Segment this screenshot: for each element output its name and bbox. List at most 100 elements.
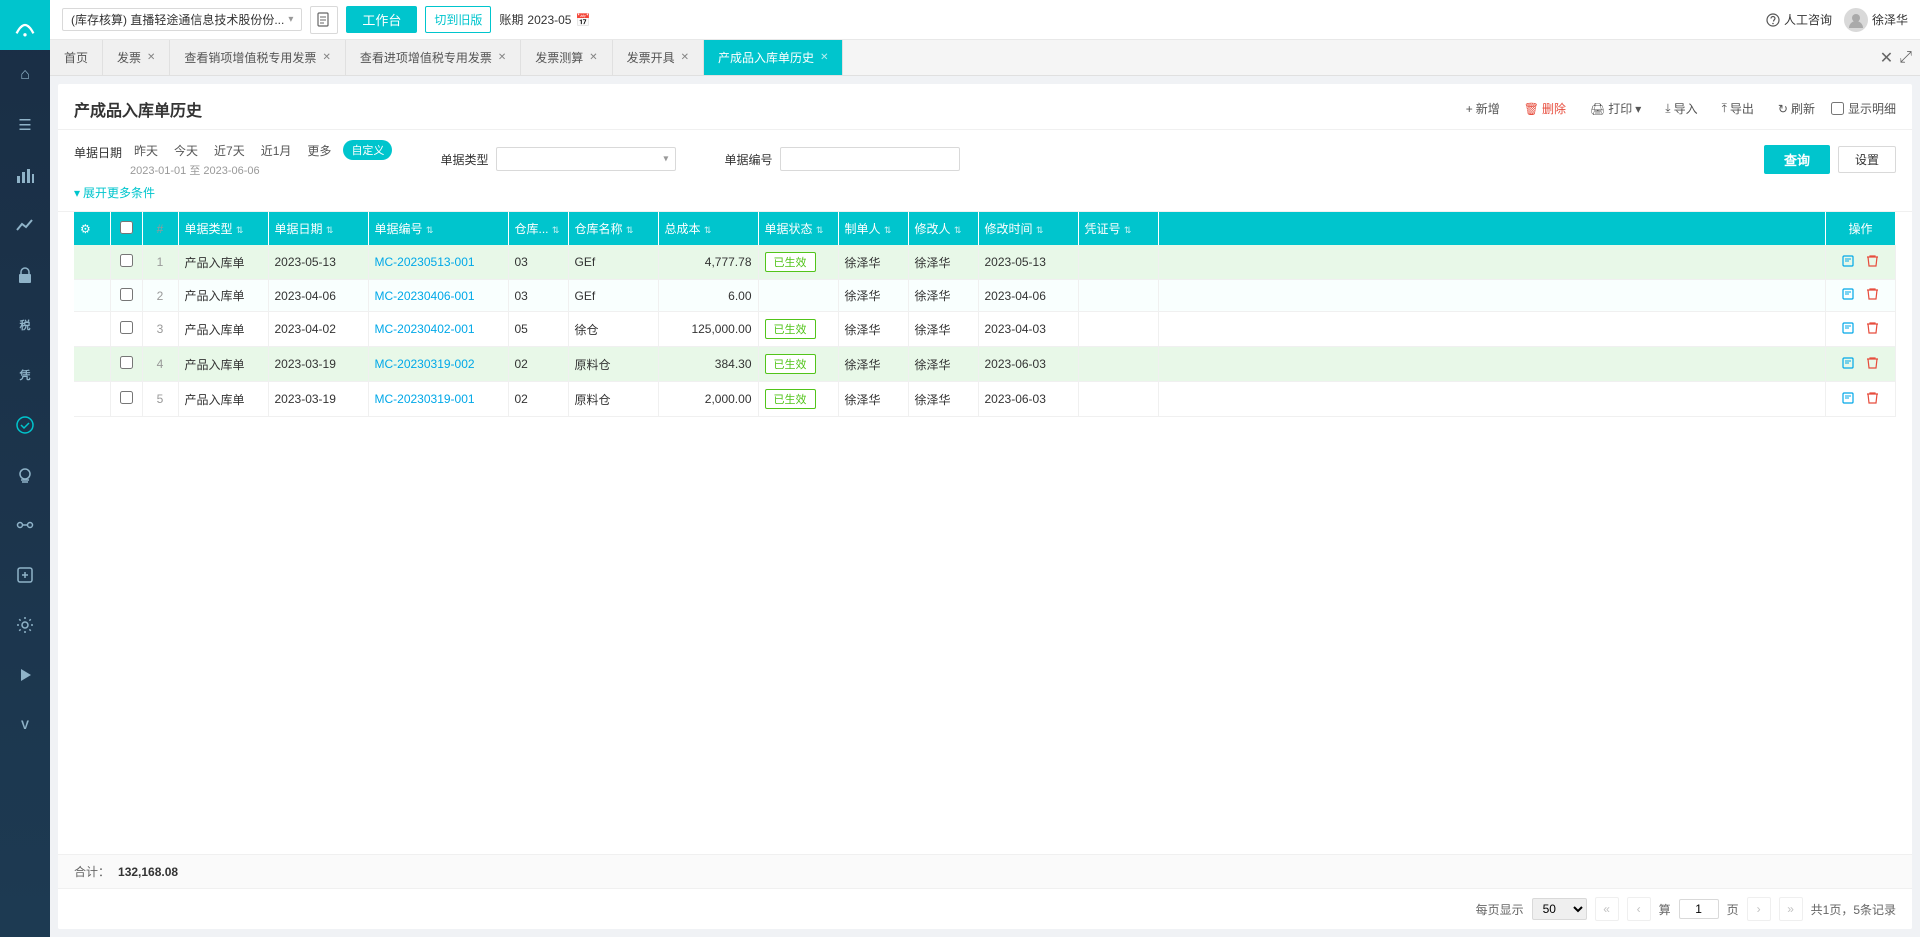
row-delete-icon[interactable] — [1863, 357, 1882, 373]
doc-type-select[interactable]: 产品入库单 — [496, 147, 676, 171]
th-warehouse-code[interactable]: 仓库... ⇅ — [508, 212, 568, 245]
row-checkbox[interactable] — [120, 254, 133, 267]
date-btn-more[interactable]: 更多 — [303, 142, 335, 159]
row-view-icon[interactable] — [1839, 357, 1863, 373]
row-code-link[interactable]: MC-20230513-001 — [375, 255, 475, 269]
tab-invoice-issue-close[interactable]: ✕ — [681, 52, 689, 63]
row-code-link[interactable]: MC-20230319-001 — [375, 392, 475, 406]
row-delete-icon[interactable] — [1863, 322, 1882, 338]
new-button[interactable]: + 新增 — [1458, 96, 1508, 121]
sidebar-item-tax[interactable]: 税 — [0, 300, 50, 350]
sidebar-item-version[interactable]: V — [0, 700, 50, 750]
row-check[interactable] — [110, 280, 142, 312]
tab-home[interactable]: 首页 — [50, 40, 103, 75]
sidebar-item-analytics[interactable] — [0, 200, 50, 250]
sidebar-item-asset[interactable] — [0, 550, 50, 600]
tab-sales-vat-close[interactable]: ✕ — [322, 52, 330, 63]
row-delete-icon[interactable] — [1863, 288, 1882, 304]
delete-button[interactable]: 🗑 删除 — [1516, 96, 1574, 121]
first-page-button[interactable]: « — [1595, 897, 1619, 921]
tab-invoice-calc-close[interactable]: ✕ — [589, 52, 597, 63]
date-btn-today[interactable]: 今天 — [170, 142, 202, 159]
query-button[interactable]: 查询 — [1764, 145, 1830, 174]
tab-product-in-history[interactable]: 产成品入库单历史 ✕ — [704, 40, 843, 75]
row-delete-icon[interactable] — [1863, 255, 1882, 271]
user-info[interactable]: 徐泽华 — [1844, 8, 1908, 32]
sidebar-item-lock[interactable] — [0, 250, 50, 300]
tab-invoice-issue[interactable]: 发票开具 ✕ — [613, 40, 704, 75]
tab-close-all-icon[interactable]: ✕ — [1880, 48, 1893, 68]
th-date[interactable]: 单据日期 ⇅ — [268, 212, 368, 245]
sidebar-item-account[interactable] — [0, 400, 50, 450]
show-detail-input[interactable] — [1831, 102, 1844, 115]
row-check[interactable] — [110, 245, 142, 280]
th-status[interactable]: 单据状态 ⇅ — [758, 212, 838, 245]
tab-maximize-icon[interactable]: ⤢ — [1899, 49, 1912, 67]
set-button[interactable]: 设置 — [1838, 146, 1896, 173]
tab-invoice-close[interactable]: ✕ — [147, 52, 155, 63]
sidebar-item-chart[interactable] — [0, 150, 50, 200]
th-type[interactable]: 单据类型 ⇅ — [178, 212, 268, 245]
th-modify-time[interactable]: 修改时间 ⇅ — [978, 212, 1078, 245]
th-voucher[interactable]: 凭证号 ⇅ — [1078, 212, 1158, 245]
select-all-checkbox[interactable] — [120, 221, 133, 234]
th-creator[interactable]: 制单人 ⇅ — [838, 212, 908, 245]
row-view-icon[interactable] — [1839, 322, 1863, 338]
sidebar-item-process[interactable] — [0, 500, 50, 550]
date-btn-1month[interactable]: 近1月 — [257, 142, 296, 159]
tab-sales-vat[interactable]: 查看销项增值税专用发票 ✕ — [170, 40, 345, 75]
row-delete-icon[interactable] — [1863, 392, 1882, 408]
sidebar-item-video[interactable] — [0, 650, 50, 700]
expand-filter-button[interactable]: ▾ 展开更多条件 — [74, 184, 1896, 201]
row-code-link[interactable]: MC-20230406-001 — [375, 289, 475, 303]
import-button[interactable]: ⤓ 导入 — [1657, 96, 1705, 121]
next-page-button[interactable]: › — [1747, 897, 1771, 921]
app-logo[interactable] — [0, 0, 50, 50]
tab-invoice[interactable]: 发票 ✕ — [103, 40, 170, 75]
row-checkbox[interactable] — [120, 391, 133, 404]
date-btn-custom[interactable]: 自定义 — [343, 140, 392, 160]
export-button[interactable]: ⤒ 导出 — [1714, 96, 1762, 121]
row-code-link[interactable]: MC-20230402-001 — [375, 322, 475, 336]
calendar-icon[interactable]: 📅 — [575, 13, 590, 27]
sidebar-item-settings[interactable] — [0, 600, 50, 650]
tab-purchase-vat-close[interactable]: ✕ — [498, 52, 506, 63]
prev-page-button[interactable]: ‹ — [1627, 897, 1651, 921]
page-number-input[interactable] — [1679, 899, 1719, 919]
row-checkbox[interactable] — [120, 321, 133, 334]
ai-service[interactable]: 人工咨询 — [1766, 11, 1832, 28]
show-detail-checkbox[interactable]: 显示明细 — [1831, 100, 1896, 117]
date-btn-7days[interactable]: 近7天 — [210, 142, 249, 159]
row-check[interactable] — [110, 312, 142, 347]
workbench-button[interactable]: 工作台 — [346, 6, 417, 33]
tab-invoice-calc[interactable]: 发票测算 ✕ — [521, 40, 612, 75]
th-check[interactable] — [110, 212, 142, 245]
last-page-button[interactable]: » — [1779, 897, 1803, 921]
sidebar-item-home[interactable]: ⌂ — [0, 50, 50, 100]
row-view-icon[interactable] — [1839, 255, 1863, 271]
row-checkbox[interactable] — [120, 356, 133, 369]
refresh-button[interactable]: ↻ 刷新 — [1770, 96, 1823, 121]
switch-old-button[interactable]: 切到旧版 — [425, 6, 491, 33]
row-view-icon[interactable] — [1839, 288, 1863, 304]
date-btn-yesterday[interactable]: 昨天 — [130, 142, 162, 159]
row-code-link[interactable]: MC-20230319-002 — [375, 357, 475, 371]
per-page-select[interactable]: 50 10 20 100 — [1532, 898, 1587, 920]
tab-purchase-vat[interactable]: 查看进项增值税专用发票 ✕ — [346, 40, 521, 75]
tab-product-in-history-close[interactable]: ✕ — [820, 52, 828, 63]
sidebar-item-document[interactable]: ☰ — [0, 100, 50, 150]
print-button[interactable]: 🖨 打印 ▾ — [1582, 96, 1649, 121]
row-check[interactable] — [110, 382, 142, 417]
th-warehouse-name[interactable]: 仓库名称 ⇅ — [568, 212, 658, 245]
row-checkbox[interactable] — [120, 288, 133, 301]
doc-num-input[interactable] — [780, 147, 960, 171]
row-view-icon[interactable] — [1839, 392, 1863, 408]
th-settings[interactable]: ⚙ — [74, 212, 110, 245]
sidebar-item-voucher[interactable]: 凭 — [0, 350, 50, 400]
company-selector[interactable]: (库存核算) 直播轻途通信息技术股份份... ▾ — [62, 8, 302, 31]
th-code[interactable]: 单据编号 ⇅ — [368, 212, 508, 245]
sidebar-item-stamp[interactable] — [0, 450, 50, 500]
row-check[interactable] — [110, 347, 142, 382]
th-total[interactable]: 总成本 ⇅ — [658, 212, 758, 245]
th-modifier[interactable]: 修改人 ⇅ — [908, 212, 978, 245]
